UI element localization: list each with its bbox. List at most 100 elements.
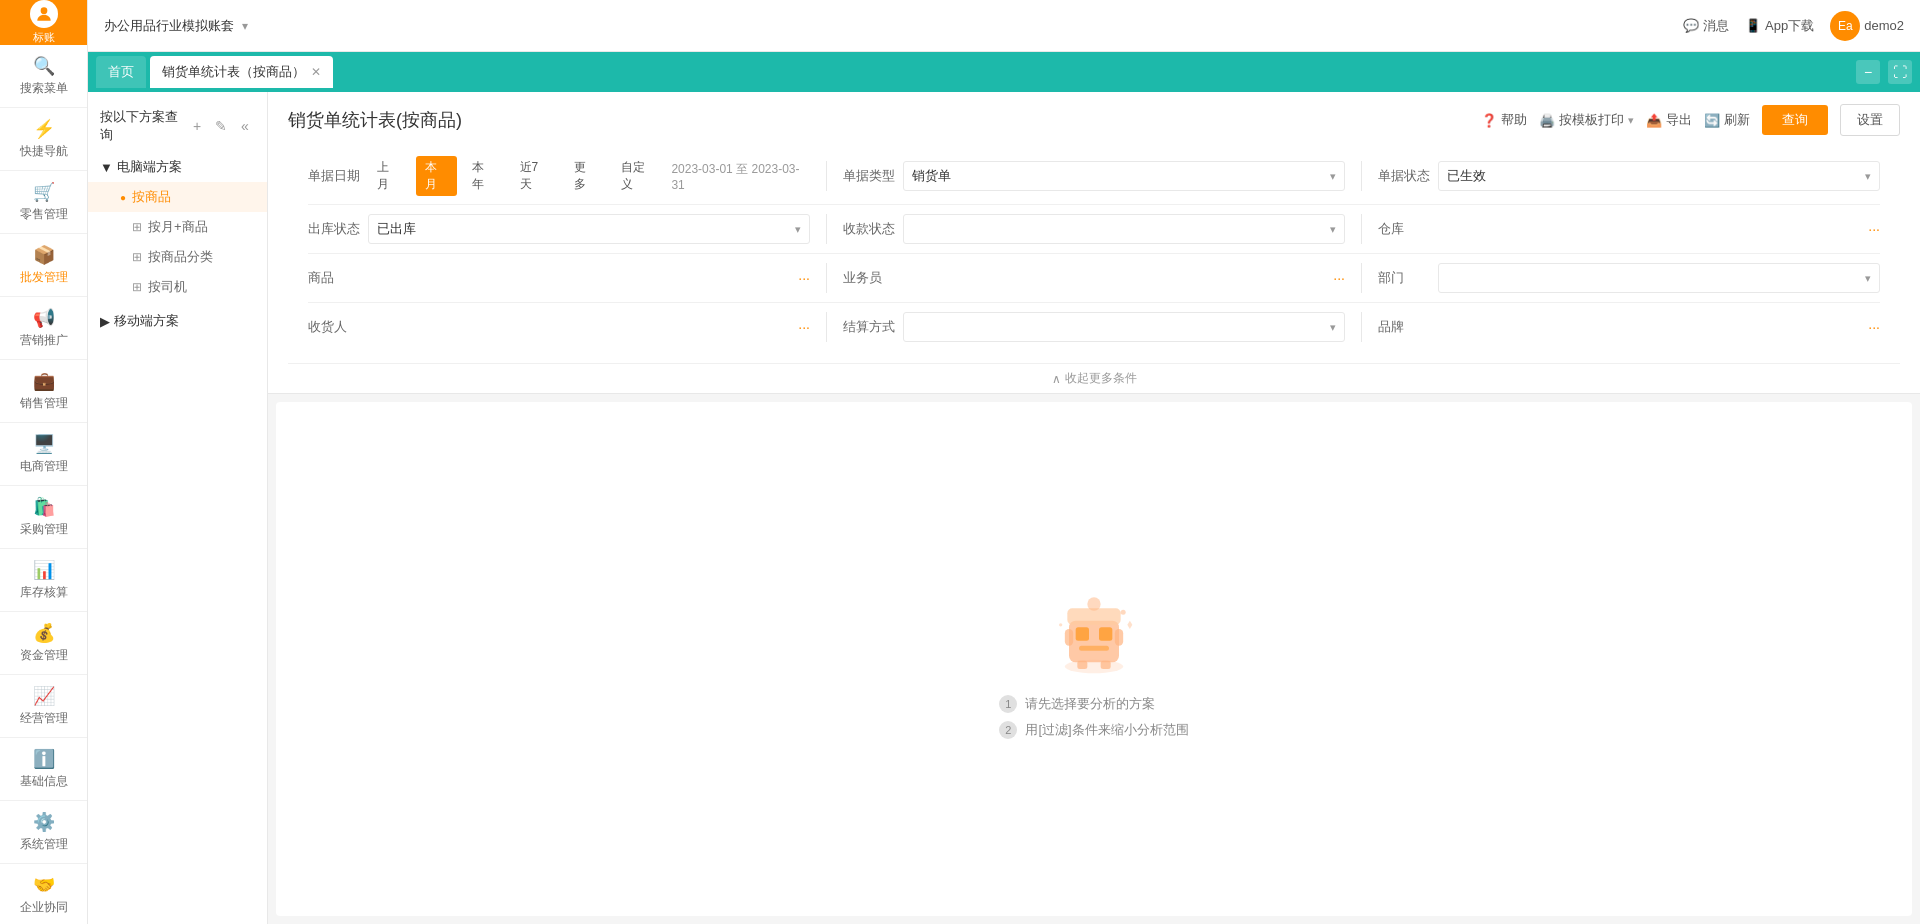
topbar: 办公用品行业模拟账套 ▾ 💬 消息 📱 App下载 Ea demo2 (88, 0, 1920, 52)
date-tag-custom[interactable]: 自定义 (612, 156, 665, 196)
filter-divider-2 (1361, 161, 1362, 191)
tip-num-2: 2 (999, 721, 1017, 739)
empty-tip-1: 1 请先选择要分析的方案 (999, 695, 1188, 713)
tip-text-1: 请先选择要分析的方案 (1025, 695, 1155, 713)
sidebar-item-system[interactable]: ⚙️ 系统管理 (0, 801, 87, 864)
filter-select-receiptstatus[interactable]: ▾ (903, 214, 1345, 244)
edit-scheme-btn[interactable]: ✎ (211, 116, 231, 136)
filter-label-receiptstatus: 收款状态 (843, 220, 903, 238)
date-tag-7days[interactable]: 近7天 (511, 156, 559, 196)
marketing-icon: 📢 (33, 307, 55, 329)
sidebar-item-retail[interactable]: 🛒 零售管理 (0, 171, 87, 234)
collapse-panel-btn[interactable]: « (235, 116, 255, 136)
date-tag-this-year[interactable]: 本年 (463, 156, 505, 196)
logo-text: 标账 (33, 30, 55, 45)
tree-group-mobile-text: 移动端方案 (114, 312, 179, 330)
filter-select-dept[interactable]: ▾ (1438, 263, 1880, 293)
tree-item-by-category[interactable]: ⊞ 按商品分类 (88, 242, 267, 272)
svg-rect-4 (1099, 627, 1112, 640)
sidebar-item-marketing[interactable]: 📢 营销推广 (0, 297, 87, 360)
sidebar-item-search[interactable]: 🔍 搜索菜单 (0, 45, 87, 108)
tree-item-driver-icon: ⊞ (132, 280, 142, 294)
app-download-label: App下载 (1765, 17, 1814, 35)
purchase-icon: 🛍️ (33, 496, 55, 518)
avatar: Ea (1830, 11, 1860, 41)
filter-divider-3 (826, 214, 827, 244)
avatar-text: Ea (1838, 19, 1853, 33)
print-btn[interactable]: 🖨️ 按模板打印 ▾ (1539, 111, 1634, 129)
sidebar-item-wholesale[interactable]: 📦 批发管理 (0, 234, 87, 297)
date-tag-last-month[interactable]: 上月 (368, 156, 410, 196)
add-scheme-btn[interactable]: + (187, 116, 207, 136)
tab-home[interactable]: 首页 (96, 56, 146, 88)
filter-control-warehouse: ··· (1438, 221, 1880, 237)
user-avatar[interactable]: Ea demo2 (1830, 11, 1904, 41)
collapse-icon: ∧ (1052, 372, 1061, 386)
sidebar-item-label: 营销推广 (20, 332, 68, 349)
sidebar-item-inventory[interactable]: 📊 库存核算 (0, 549, 87, 612)
tab-sales-report[interactable]: 销货单统计表（按商品） ✕ (150, 56, 333, 88)
app-download-btn[interactable]: 📱 App下载 (1745, 17, 1814, 35)
svg-point-12 (1121, 610, 1126, 615)
sidebar-item-sales[interactable]: 💼 销售管理 (0, 360, 87, 423)
filter-row-2: 出库状态 已出库 ▾ 收款状态 ▾ (308, 205, 1880, 254)
brand-dots[interactable]: ··· (1868, 319, 1880, 335)
sidebar-item-quicknav[interactable]: ⚡ 快捷导航 (0, 108, 87, 171)
filter-control-brand: ··· (1438, 319, 1880, 335)
doctype-dropdown-icon: ▾ (1330, 170, 1336, 183)
svg-point-0 (40, 7, 47, 14)
tree-item-by-driver[interactable]: ⊞ 按司机 (88, 272, 267, 302)
right-content: 销货单统计表(按商品) ❓ 帮助 🖨️ 按模板打印 ▾ 📤 (268, 92, 1920, 924)
receiptstatus-dropdown-icon: ▾ (1330, 223, 1336, 236)
tip-text-2: 用[过滤]条件来缩小分析范围 (1025, 721, 1188, 739)
sidebar-item-label: 企业协同 (20, 899, 68, 916)
filter-select-settlement[interactable]: ▾ (903, 312, 1345, 342)
filter-select-doctype-text: 销货单 (912, 167, 951, 185)
tabbar-actions: − ⛶ (1856, 60, 1912, 84)
topbar-arrow[interactable]: ▾ (242, 19, 248, 33)
tree-item-by-product[interactable]: ● 按商品 (88, 182, 267, 212)
app-logo[interactable]: 标账 (0, 0, 88, 45)
search-icon: 🔍 (33, 55, 55, 77)
warehouse-dots[interactable]: ··· (1868, 221, 1880, 237)
collapse-bar[interactable]: ∧ 收起更多条件 (288, 363, 1900, 393)
message-btn[interactable]: 💬 消息 (1683, 17, 1729, 35)
sidebar-item-basic[interactable]: ℹ️ 基础信息 (0, 738, 87, 801)
sidebar-item-collab[interactable]: 🤝 企业协同 (0, 864, 87, 924)
export-btn[interactable]: 📤 导出 (1646, 111, 1692, 129)
filter-divider-6 (1361, 263, 1362, 293)
svg-rect-6 (1065, 629, 1073, 646)
tree-group-desktop-label[interactable]: ▼ 电脑端方案 (88, 152, 267, 182)
filter-select-outstatus[interactable]: 已出库 ▾ (368, 214, 810, 244)
tab-minimize-btn[interactable]: − (1856, 60, 1880, 84)
tree-item-category-icon: ⊞ (132, 250, 142, 264)
filter-select-doctype[interactable]: 销货单 ▾ (903, 161, 1345, 191)
receiver-dots[interactable]: ··· (798, 319, 810, 335)
sidebar-item-purchase[interactable]: 🛍️ 采购管理 (0, 486, 87, 549)
export-label: 导出 (1666, 111, 1692, 129)
tab-fullscreen-btn[interactable]: ⛶ (1888, 60, 1912, 84)
settings-button[interactable]: 设置 (1840, 104, 1900, 136)
filter-label-warehouse: 仓库 (1378, 220, 1438, 238)
filter-row-3: 商品 ··· 业务员 ··· (308, 254, 1880, 303)
tab-close-icon[interactable]: ✕ (311, 65, 321, 79)
sidebar-item-finance[interactable]: 💰 资金管理 (0, 612, 87, 675)
refresh-btn[interactable]: 🔄 刷新 (1704, 111, 1750, 129)
date-tag-more[interactable]: 更多 (565, 156, 607, 196)
filter-divider-5 (826, 263, 827, 293)
date-tag-this-month[interactable]: 本月 (416, 156, 458, 196)
filter-select-docstatus[interactable]: 已生效 ▾ (1438, 161, 1880, 191)
sidebar-item-label: 搜索菜单 (20, 80, 68, 97)
logo-icon (30, 0, 58, 28)
query-button[interactable]: 查询 (1762, 105, 1828, 135)
tree-item-by-month-product[interactable]: ⊞ 按月+商品 (88, 212, 267, 242)
help-btn[interactable]: ❓ 帮助 (1481, 111, 1527, 129)
sidebar-item-label: 资金管理 (20, 647, 68, 664)
product-dots[interactable]: ··· (798, 270, 810, 286)
left-panel-actions: + ✎ « (187, 116, 255, 136)
system-icon: ⚙️ (33, 811, 55, 833)
sidebar-item-ecom[interactable]: 🖥️ 电商管理 (0, 423, 87, 486)
sidebar-item-mgmt[interactable]: 📈 经营管理 (0, 675, 87, 738)
tree-group-mobile-label[interactable]: ▶ 移动端方案 (88, 306, 267, 336)
staff-dots[interactable]: ··· (1333, 270, 1345, 286)
